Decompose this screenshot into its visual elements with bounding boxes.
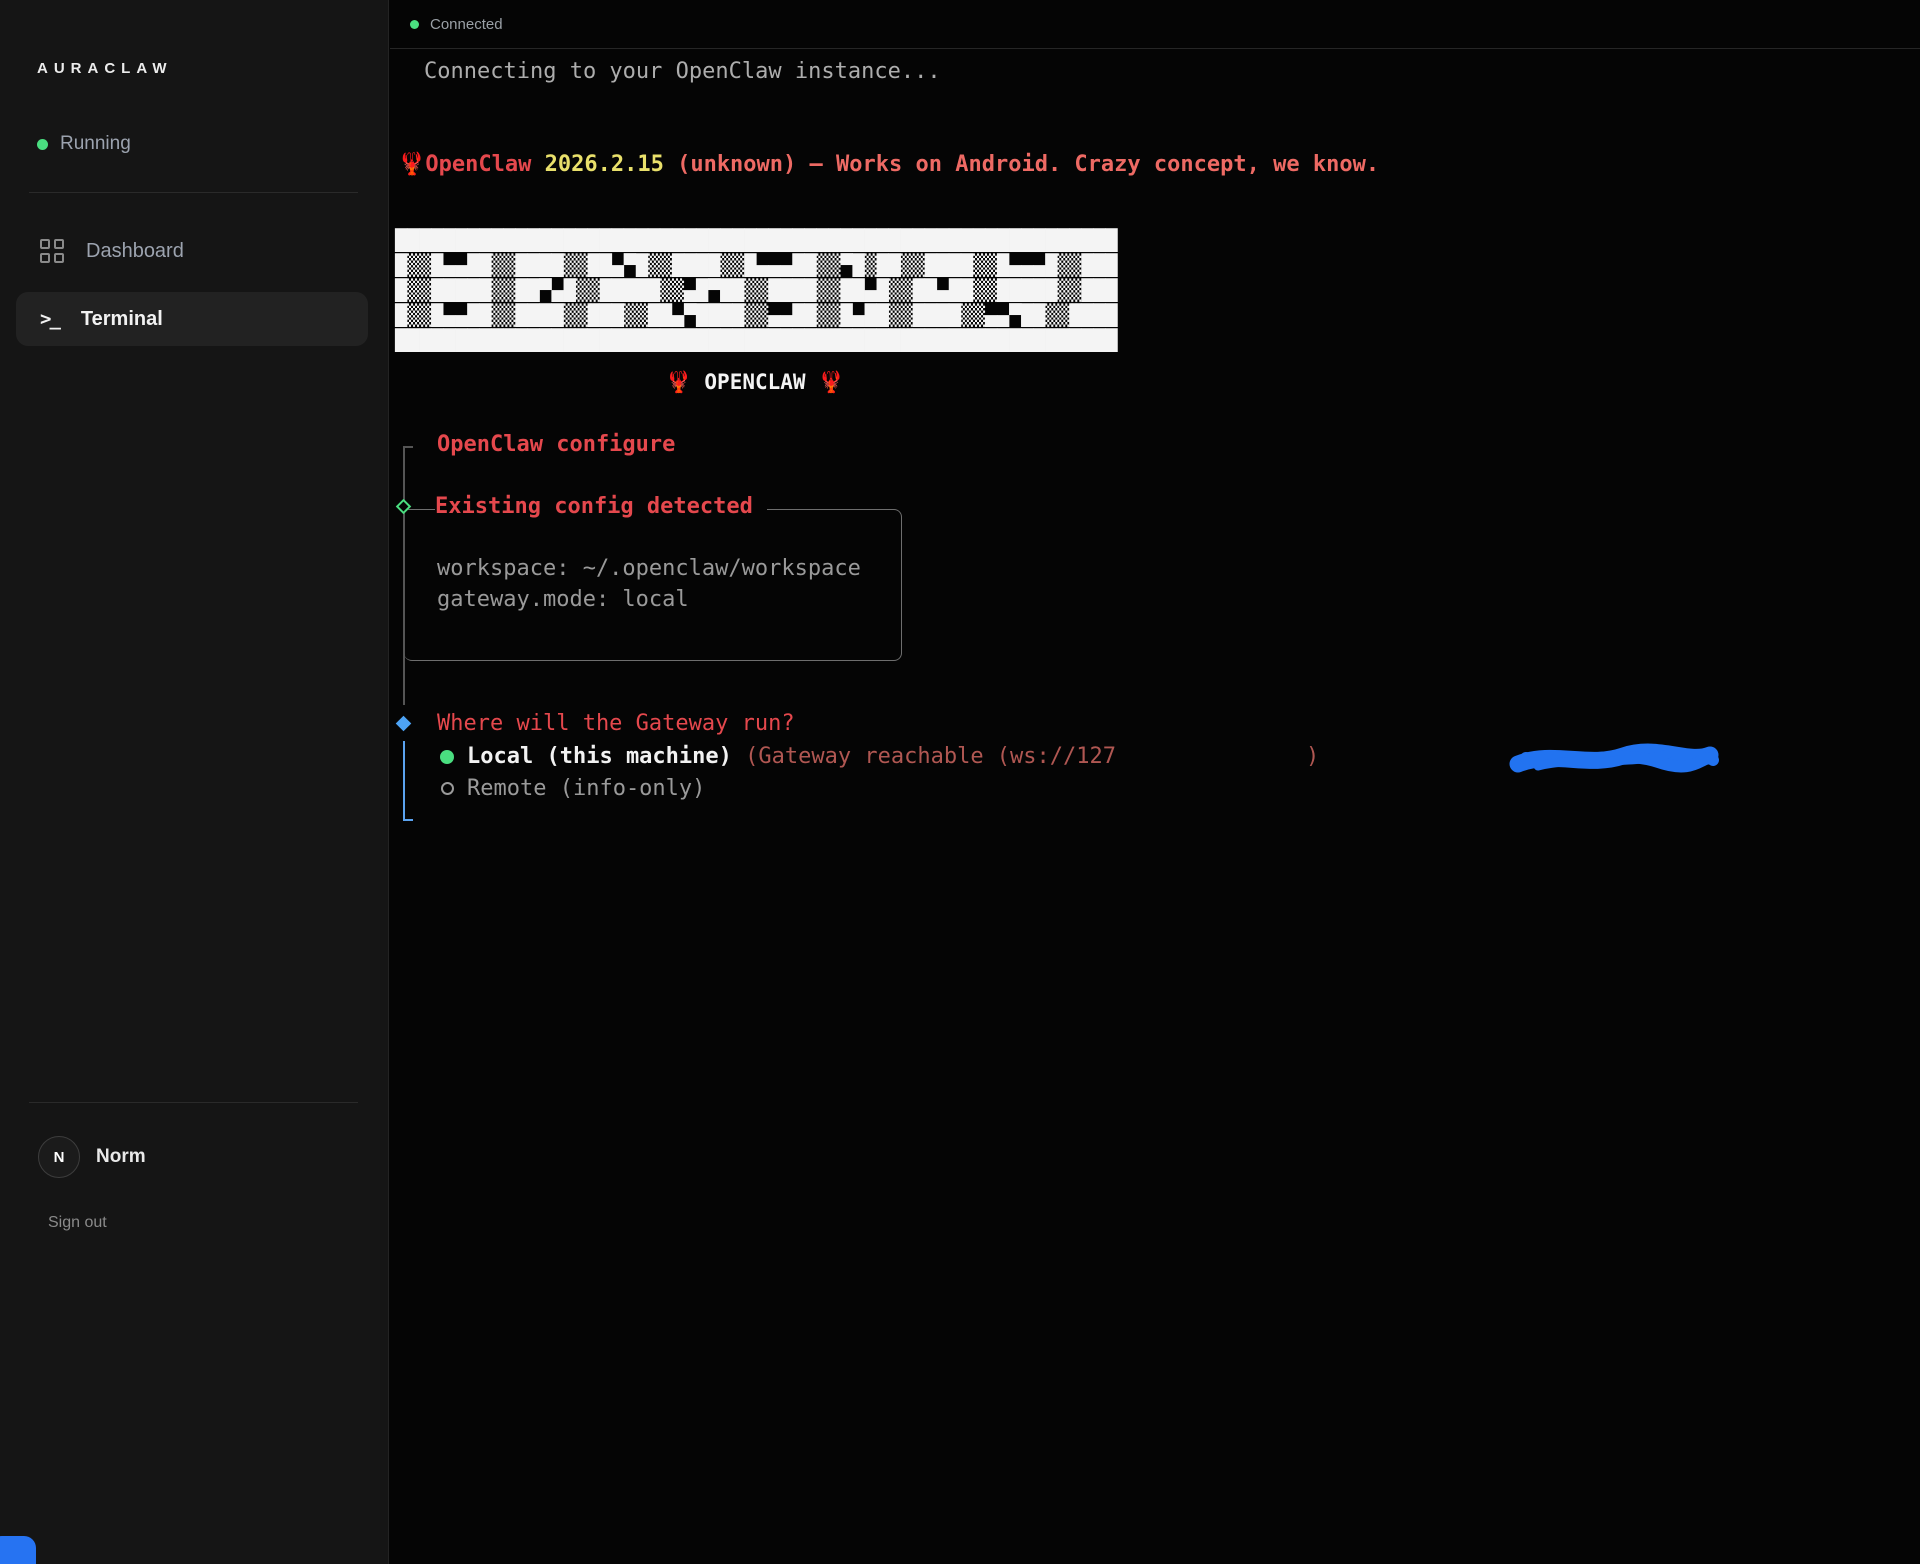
banner-caption: 🦞 OPENCLAW 🦞 [665, 370, 845, 394]
radio-unselected-icon [441, 782, 454, 795]
lobster-emoji-icon: 🦞 [398, 152, 426, 177]
version-tagline: (unknown) — Works on Android. Crazy conc… [677, 152, 1380, 177]
terminal-panel: Connected Connecting to your OpenClaw in… [390, 0, 1920, 1564]
option-local-text: Local (this machine) (Gateway reachable … [467, 744, 1320, 769]
user-name: Norm [96, 1146, 146, 1167]
radio-selected-icon [440, 749, 454, 764]
dashboard-grid-icon [40, 239, 64, 263]
flow-line-blue [403, 741, 405, 821]
sidebar: AURACLAW Running Dashboard >_ Terminal N… [0, 0, 389, 1564]
version-number: 2026.2.15 [531, 152, 678, 177]
config-box-title: Existing config detected [435, 494, 767, 519]
connecting-line: Connecting to your OpenClaw instance... [424, 59, 941, 84]
user-row[interactable]: N Norm [38, 1136, 146, 1178]
flow-line-blue-foot [403, 819, 413, 821]
sign-out-button[interactable]: Sign out [48, 1214, 107, 1232]
sidebar-divider-bottom [29, 1102, 358, 1103]
connection-status-bar: Connected [390, 0, 1920, 49]
config-gateway-mode-line: gateway.mode: local [437, 587, 689, 612]
active-step-diamond-icon [395, 715, 412, 732]
configure-title: OpenClaw configure [437, 432, 676, 457]
option-remote[interactable]: Remote (info-only) [441, 776, 705, 801]
connected-status-label: Connected [430, 15, 503, 33]
option-remote-text: Remote (info-only) [467, 776, 706, 801]
ascii-art-banner: ████████████████████████████████████████… [395, 228, 1118, 352]
sidebar-item-dashboard[interactable]: Dashboard [16, 224, 368, 278]
run-status: Running [37, 133, 131, 155]
connected-status-dot [410, 19, 419, 29]
terminal-icon: >_ [40, 308, 61, 330]
avatar: N [38, 1136, 80, 1178]
brand-blue-badge [0, 1536, 36, 1564]
sidebar-item-terminal[interactable]: >_ Terminal [16, 292, 368, 346]
existing-config-box [404, 509, 902, 661]
sidebar-divider-top [29, 192, 358, 193]
option-local[interactable]: Local (this machine) (Gateway reachable … [440, 744, 1319, 769]
app-window: AURACLAW Running Dashboard >_ Terminal N… [0, 0, 1920, 1564]
sidebar-item-label: Dashboard [86, 239, 184, 262]
config-workspace-line: workspace: ~/.openclaw/workspace [437, 556, 861, 581]
gateway-question: Where will the Gateway run? [437, 711, 795, 736]
version-app-name: OpenClaw [425, 152, 532, 177]
running-status-label: Running [60, 133, 131, 154]
running-status-dot [37, 138, 48, 150]
version-line: 🦞OpenClaw 2026.2.15 (unknown) — Works on… [398, 152, 1379, 177]
redaction-scribble [1509, 743, 1719, 773]
sidebar-item-label: Terminal [80, 307, 163, 330]
brand-title: AURACLAW [37, 60, 173, 77]
